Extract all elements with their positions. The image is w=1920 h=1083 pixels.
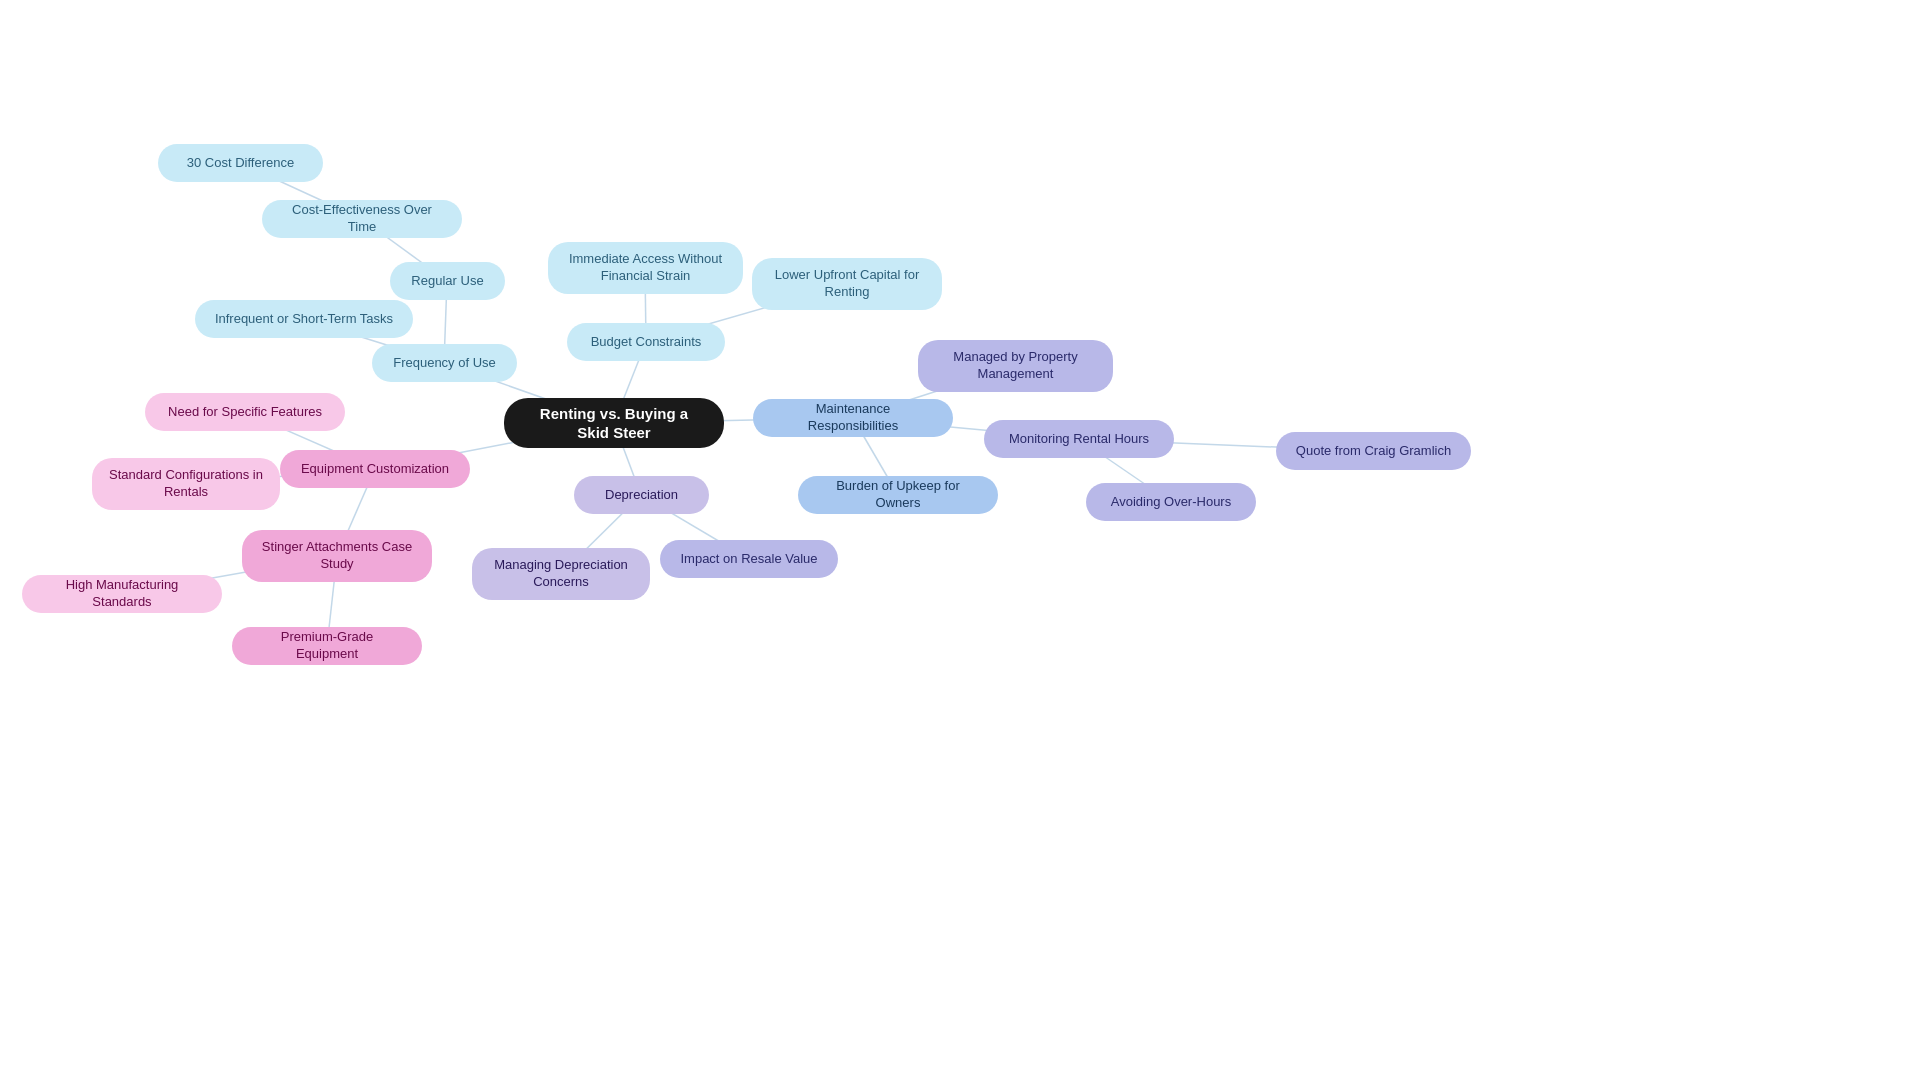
burden-of-upkeep-node[interactable]: Burden of Upkeep for Owners (798, 476, 998, 514)
premium-grade-node[interactable]: Premium-Grade Equipment (232, 627, 422, 665)
frequency-of-use-node[interactable]: Frequency of Use (372, 344, 517, 382)
infrequent-tasks-node[interactable]: Infrequent or Short-Term Tasks (195, 300, 413, 338)
monitoring-rental-hours-node[interactable]: Monitoring Rental Hours (984, 420, 1174, 458)
regular-use-node[interactable]: Regular Use (390, 262, 505, 300)
managing-depreciation-node[interactable]: Managing Depreciation Concerns (472, 548, 650, 600)
impact-resale-node[interactable]: Impact on Resale Value (660, 540, 838, 578)
need-specific-features-node[interactable]: Need for Specific Features (145, 393, 345, 431)
avoiding-over-hours-node[interactable]: Avoiding Over-Hours (1086, 483, 1256, 521)
cost-effectiveness-node[interactable]: Cost-Effectiveness Over Time (262, 200, 462, 238)
center-node[interactable]: Renting vs. Buying a Skid Steer (504, 398, 724, 448)
immediate-access-node[interactable]: Immediate Access Without Financial Strai… (548, 242, 743, 294)
cost-difference-node[interactable]: 30 Cost Difference (158, 144, 323, 182)
high-manufacturing-node[interactable]: High Manufacturing Standards (22, 575, 222, 613)
quote-craig-node[interactable]: Quote from Craig Gramlich (1276, 432, 1471, 470)
equipment-customization-node[interactable]: Equipment Customization (280, 450, 470, 488)
depreciation-node[interactable]: Depreciation (574, 476, 709, 514)
standard-configurations-node[interactable]: Standard Configurations in Rentals (92, 458, 280, 510)
managed-by-property-node[interactable]: Managed by Property Management (918, 340, 1113, 392)
stinger-attachments-node[interactable]: Stinger Attachments Case Study (242, 530, 432, 582)
maintenance-responsibilities-node[interactable]: Maintenance Responsibilities (753, 399, 953, 437)
lower-upfront-node[interactable]: Lower Upfront Capital for Renting (752, 258, 942, 310)
budget-constraints-node[interactable]: Budget Constraints (567, 323, 725, 361)
